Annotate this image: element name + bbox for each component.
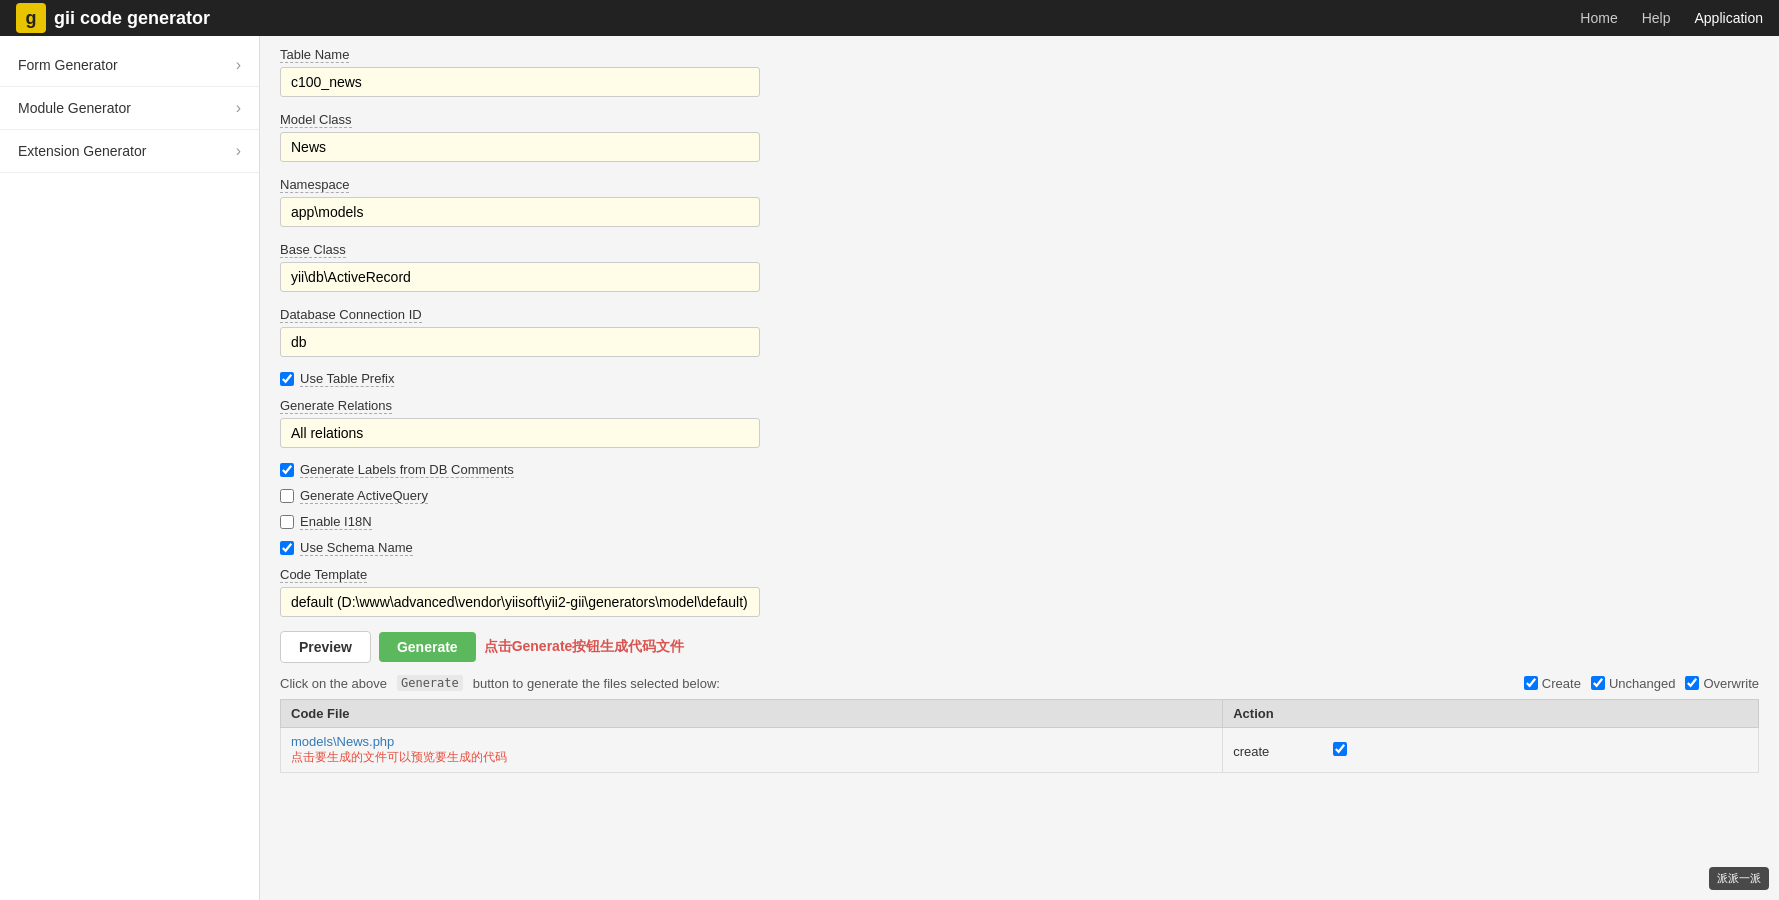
generate-labels-group: Generate Labels from DB Comments (280, 462, 1759, 478)
generate-activequery-group: Generate ActiveQuery (280, 488, 1759, 504)
generate-labels-label[interactable]: Generate Labels from DB Comments (300, 462, 514, 478)
sidebar-item-form-generator-label: Form Generator (18, 57, 118, 73)
col-action: Action (1223, 700, 1759, 728)
code-template-label: Code Template (280, 567, 367, 583)
use-table-prefix-group: Use Table Prefix (280, 371, 1759, 387)
sidebar-item-extension-generator[interactable]: Extension Generator › (0, 130, 259, 173)
nav-help[interactable]: Help (1642, 10, 1671, 26)
sidebar-item-module-generator[interactable]: Module Generator › (0, 87, 259, 130)
model-class-label: Model Class (280, 112, 352, 128)
legend-overwrite-checkbox[interactable] (1685, 676, 1699, 690)
legend: Create Unchanged Overwrite (1524, 676, 1759, 691)
col-code-file: Code File (281, 700, 1223, 728)
file-hint: 点击要生成的文件可以预览要生成的代码 (291, 750, 507, 764)
base-class-group: Base Class (280, 241, 1759, 292)
result-table: Code File Action models\News.php 点击要生成的文… (280, 699, 1759, 773)
generate-relations-label: Generate Relations (280, 398, 392, 414)
chevron-right-icon: › (236, 56, 241, 74)
enable-i18n-group: Enable I18N (280, 514, 1759, 530)
generate-instruction-suffix: button to generate the files selected be… (473, 676, 720, 691)
generate-code-word: Generate (397, 675, 463, 691)
table-name-label: Table Name (280, 47, 349, 63)
sidebar-item-form-generator[interactable]: Form Generator › (0, 44, 259, 87)
db-connection-group: Database Connection ID (280, 306, 1759, 357)
legend-overwrite-label: Overwrite (1703, 676, 1759, 691)
generate-activequery-label[interactable]: Generate ActiveQuery (300, 488, 428, 504)
legend-create-label: Create (1542, 676, 1581, 691)
code-template-input[interactable] (280, 587, 760, 617)
action-buttons: Preview Generate 点击Generate按钮生成代码文件 (280, 631, 1759, 663)
base-class-input[interactable] (280, 262, 760, 292)
namespace-input[interactable] (280, 197, 760, 227)
generate-relations-input[interactable] (280, 418, 760, 448)
use-schema-name-checkbox[interactable] (280, 541, 294, 555)
legend-unchanged-checkbox[interactable] (1591, 676, 1605, 690)
file-link[interactable]: models\News.php (291, 734, 394, 749)
namespace-group: Namespace (280, 176, 1759, 227)
legend-unchanged-label: Unchanged (1609, 676, 1676, 691)
base-class-label: Base Class (280, 242, 346, 258)
use-schema-name-group: Use Schema Name (280, 540, 1759, 556)
nav-application[interactable]: Application (1695, 10, 1764, 26)
namespace-label: Namespace (280, 177, 349, 193)
use-table-prefix-checkbox[interactable] (280, 372, 294, 386)
generate-labels-checkbox[interactable] (280, 463, 294, 477)
generate-activequery-checkbox[interactable] (280, 489, 294, 503)
action-cell: create (1223, 728, 1759, 773)
chevron-right-icon: › (236, 99, 241, 117)
legend-overwrite: Overwrite (1685, 676, 1759, 691)
brand-text: gii code generator (54, 8, 210, 29)
db-connection-input[interactable] (280, 327, 760, 357)
navbar: g gii code generator Home Help Applicati… (0, 0, 1779, 36)
nav-home[interactable]: Home (1580, 10, 1617, 26)
db-connection-label: Database Connection ID (280, 307, 422, 323)
legend-create-checkbox[interactable] (1524, 676, 1538, 690)
generate-instruction-prefix: Click on the above (280, 676, 387, 691)
sidebar-item-extension-generator-label: Extension Generator (18, 143, 146, 159)
model-class-group: Model Class (280, 111, 1759, 162)
navbar-links: Home Help Application (1580, 10, 1763, 26)
table-row: models\News.php 点击要生成的文件可以预览要生成的代码 creat… (281, 728, 1759, 773)
file-cell: models\News.php 点击要生成的文件可以预览要生成的代码 (281, 728, 1223, 773)
legend-unchanged: Unchanged (1591, 676, 1676, 691)
use-table-prefix-label[interactable]: Use Table Prefix (300, 371, 394, 387)
logo-icon: g (16, 3, 46, 33)
sidebar: Form Generator › Module Generator › Exte… (0, 36, 260, 900)
generate-hint: 点击Generate按钮生成代码文件 (484, 638, 685, 656)
chevron-right-icon: › (236, 142, 241, 160)
page-layout: Form Generator › Module Generator › Exte… (0, 36, 1779, 900)
float-badge: 派派一派 (1709, 867, 1769, 890)
model-class-input[interactable] (280, 132, 760, 162)
enable-i18n-label[interactable]: Enable I18N (300, 514, 372, 530)
brand-logo[interactable]: g gii code generator (16, 3, 210, 33)
sidebar-item-module-generator-label: Module Generator (18, 100, 131, 116)
main-content: Table Name Model Class Namespace Base Cl… (260, 36, 1779, 900)
generate-button[interactable]: Generate (379, 632, 476, 662)
table-name-input[interactable] (280, 67, 760, 97)
legend-create: Create (1524, 676, 1581, 691)
preview-button[interactable]: Preview (280, 631, 371, 663)
code-template-group: Code Template (280, 566, 1759, 617)
action-text: create (1233, 744, 1269, 759)
use-schema-name-label[interactable]: Use Schema Name (300, 540, 413, 556)
generate-relations-group: Generate Relations (280, 397, 1759, 448)
action-checkbox[interactable] (1333, 742, 1347, 756)
generate-info-row: Click on the above Generate button to ge… (280, 675, 1759, 691)
enable-i18n-checkbox[interactable] (280, 515, 294, 529)
table-name-group: Table Name (280, 46, 1759, 97)
